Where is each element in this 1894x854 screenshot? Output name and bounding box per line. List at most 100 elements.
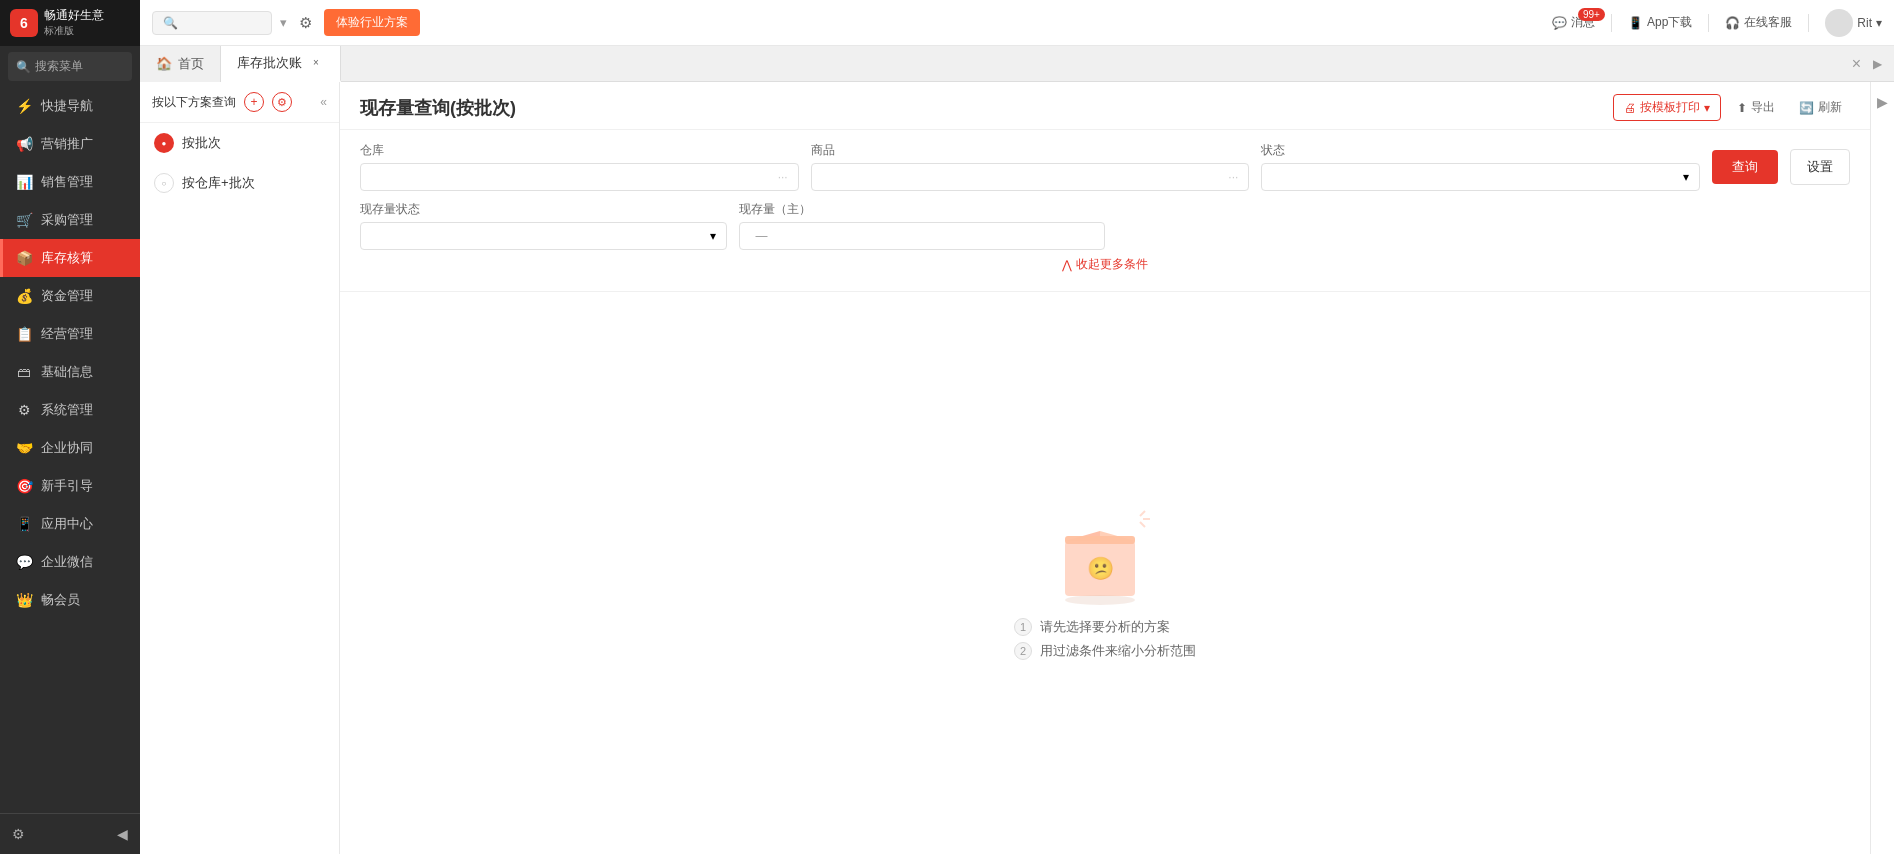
content-area: 按以下方案查询 + ⚙ « ● 按批次 ○ 按仓库+批次 现存量查询(按批次) xyxy=(140,82,1894,854)
filter-panel-title: 按以下方案查询 xyxy=(152,94,236,111)
inventory-status-select[interactable]: ▾ xyxy=(360,222,727,250)
operations-icon: 📋 xyxy=(15,326,33,342)
sidebar-search[interactable]: 🔍 搜索菜单 xyxy=(8,52,132,81)
warehouse-label: 仓库 xyxy=(360,142,799,159)
app-download-label: App下载 xyxy=(1647,14,1692,31)
messages-btn[interactable]: 💬 消息 99+ xyxy=(1552,14,1595,31)
product-dots: ··· xyxy=(1228,170,1238,184)
print-label: 按模板打印 xyxy=(1640,99,1700,116)
tab-close-icon[interactable]: × xyxy=(308,55,324,71)
online-service-btn[interactable]: 🎧 在线客服 xyxy=(1725,14,1792,31)
status-select[interactable]: ▾ xyxy=(1261,163,1700,191)
sidebar-item-sales[interactable]: 📊 销售管理 xyxy=(0,163,140,201)
collapse-conditions-btn[interactable]: ⋀ 收起更多条件 xyxy=(360,250,1850,279)
filter-settings-button[interactable]: ⚙ xyxy=(272,92,292,112)
divider3 xyxy=(1808,14,1809,32)
username: Rit xyxy=(1857,16,1872,30)
marketing-icon: 📢 xyxy=(15,136,33,152)
sidebar-item-label: 新手引导 xyxy=(41,477,93,495)
main-area: 🔍 ▾ ⚙ 体验行业方案 💬 消息 99+ 📱 App下载 🎧 在线客服 xyxy=(140,0,1894,854)
inventory-main-range[interactable]: — xyxy=(739,222,1106,250)
divider1 xyxy=(1611,14,1612,32)
status-condition: 状态 ▾ xyxy=(1261,142,1700,191)
topbar-search[interactable]: 🔍 xyxy=(152,11,272,35)
collapse-sidebar-icon[interactable]: ◀ xyxy=(113,822,132,846)
filter-item-batch[interactable]: ● 按批次 xyxy=(140,123,339,163)
product-input[interactable]: ··· xyxy=(811,163,1250,191)
svg-line-4 xyxy=(1140,511,1145,516)
sidebar-item-finance[interactable]: 💰 资金管理 xyxy=(0,277,140,315)
sidebar-item-member[interactable]: 👑 畅会员 xyxy=(0,581,140,619)
sidebar-item-label: 畅会员 xyxy=(41,591,80,609)
sidebar-item-app-center[interactable]: 📱 应用中心 xyxy=(0,505,140,543)
sidebar-item-enterprise[interactable]: 🤝 企业协同 xyxy=(0,429,140,467)
topbar-dropdown-icon[interactable]: ▾ xyxy=(280,15,287,30)
experience-btn[interactable]: 体验行业方案 xyxy=(324,9,420,36)
empty-hint-2: 2 用过滤条件来缩小分析范围 xyxy=(1014,642,1196,660)
sidebar-item-system[interactable]: ⚙ 系统管理 xyxy=(0,391,140,429)
inventory-status-arrow-icon: ▾ xyxy=(710,229,716,243)
finance-icon: 💰 xyxy=(15,288,33,304)
sidebar-item-inventory[interactable]: 📦 库存核算 xyxy=(0,239,140,277)
export-button[interactable]: ⬆ 导出 xyxy=(1729,95,1783,120)
sidebar-item-purchase[interactable]: 🛒 采购管理 xyxy=(0,201,140,239)
tabbar: 🏠 首页 库存批次账 × × ▶ xyxy=(140,46,1894,82)
settings-button[interactable]: 设置 xyxy=(1790,149,1850,185)
avatar xyxy=(1825,9,1853,37)
status-arrow-icon: ▾ xyxy=(1683,170,1689,184)
svg-rect-1 xyxy=(1065,536,1135,544)
divider2 xyxy=(1708,14,1709,32)
close-all-tabs-icon[interactable]: × xyxy=(1844,55,1869,73)
sidebar-item-basics[interactable]: 🗃 基础信息 xyxy=(0,353,140,391)
tab-inventory-batch-label: 库存批次账 xyxy=(237,54,302,72)
filter-panel-header: 按以下方案查询 + ⚙ « xyxy=(140,82,339,123)
sidebar-item-operations[interactable]: 📋 经营管理 xyxy=(0,315,140,353)
settings-footer-icon[interactable]: ⚙ xyxy=(8,822,29,846)
page-title: 现存量查询(按批次) xyxy=(360,96,516,120)
search-icon: 🔍 xyxy=(16,60,31,74)
headset-icon: 🎧 xyxy=(1725,16,1740,30)
hint-num-1: 1 xyxy=(1014,618,1032,636)
filter-collapse-icon[interactable]: « xyxy=(320,95,327,109)
tab-home[interactable]: 🏠 首页 xyxy=(140,46,221,82)
product-label: 商品 xyxy=(811,142,1250,159)
print-button[interactable]: 🖨 按模板打印 ▾ xyxy=(1613,94,1721,121)
sidebar-item-marketing[interactable]: 📢 营销推广 xyxy=(0,125,140,163)
warehouse-input[interactable]: ··· xyxy=(360,163,799,191)
sidebar: 6 畅通好生意 标准版 🔍 搜索菜单 ⚡ 快捷导航 📢 营销推广 📊 销售管理 … xyxy=(0,0,140,854)
filter-panel: 按以下方案查询 + ⚙ « ● 按批次 ○ 按仓库+批次 xyxy=(140,82,340,854)
query-button[interactable]: 查询 xyxy=(1712,150,1778,184)
sidebar-nav: ⚡ 快捷导航 📢 营销推广 📊 销售管理 🛒 采购管理 📦 库存核算 💰 资金管… xyxy=(0,87,140,813)
status-label: 状态 xyxy=(1261,142,1700,159)
sidebar-item-enterprise-wechat[interactable]: 💬 企业微信 xyxy=(0,543,140,581)
filter-item-warehouse-batch[interactable]: ○ 按仓库+批次 xyxy=(140,163,339,203)
more-tabs-icon[interactable]: ▶ xyxy=(1869,57,1886,71)
basics-icon: 🗃 xyxy=(15,364,33,380)
app-name: 畅通好生意 xyxy=(44,8,104,24)
sidebar-item-quick-nav[interactable]: ⚡ 快捷导航 xyxy=(0,87,140,125)
topbar-gear-icon[interactable]: ⚙ xyxy=(295,10,316,36)
purchase-icon: 🛒 xyxy=(15,212,33,228)
hint-text-2: 用过滤条件来缩小分析范围 xyxy=(1040,642,1196,660)
sidebar-item-label: 经营管理 xyxy=(41,325,93,343)
app-download-btn[interactable]: 📱 App下载 xyxy=(1628,14,1692,31)
refresh-button[interactable]: 🔄 刷新 xyxy=(1791,95,1850,120)
right-panel: ▶ xyxy=(1870,82,1894,854)
sidebar-item-label: 销售管理 xyxy=(41,173,93,191)
home-icon: 🏠 xyxy=(156,56,172,71)
sidebar-item-label: 企业协同 xyxy=(41,439,93,457)
condition-row-1: 仓库 ··· 商品 ··· 状态 xyxy=(360,142,1850,191)
empty-state: 😕 1 请先选择要分析的方案 2 xyxy=(340,292,1870,854)
page-header: 现存量查询(按批次) 🖨 按模板打印 ▾ ⬆ 导出 🔄 刷新 xyxy=(340,82,1870,130)
inventory-status-label: 现存量状态 xyxy=(360,201,727,218)
sidebar-item-label: 企业微信 xyxy=(41,553,93,571)
export-icon: ⬆ xyxy=(1737,101,1747,115)
inventory-main-condition: 现存量（主） — xyxy=(739,201,1106,250)
tab-inventory-batch[interactable]: 库存批次账 × xyxy=(221,46,341,82)
empty-svg: 😕 xyxy=(1045,486,1165,606)
right-close-btn[interactable]: ▶ xyxy=(1873,90,1892,114)
topbar-search-icon: 🔍 xyxy=(163,16,178,30)
user-profile[interactable]: Rit ▾ xyxy=(1825,9,1882,37)
sidebar-item-newbie[interactable]: 🎯 新手引导 xyxy=(0,467,140,505)
filter-add-button[interactable]: + xyxy=(244,92,264,112)
